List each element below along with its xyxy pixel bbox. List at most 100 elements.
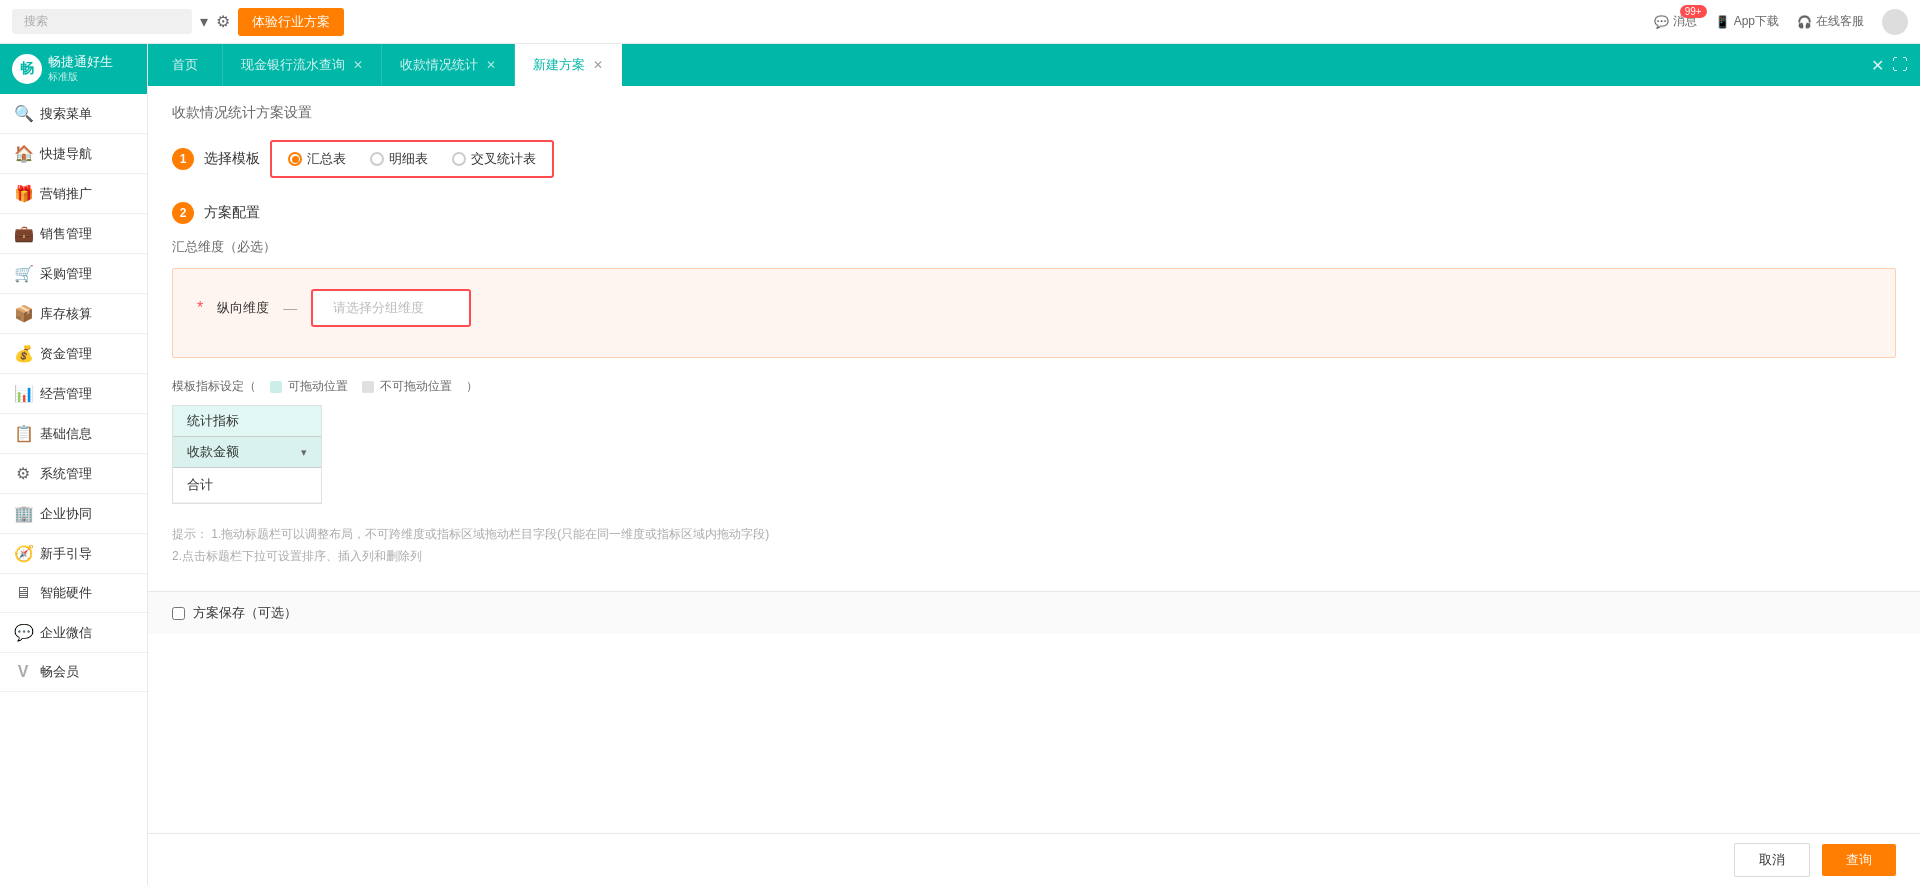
online-support-button[interactable]: 🎧 在线客服 — [1797, 13, 1864, 30]
maximize-icon[interactable]: ⛶ — [1892, 56, 1908, 74]
metrics-table: 统计指标 收款金额 ▾ 合计 — [172, 405, 322, 504]
logo-area: 畅 畅捷通好生 标准版 — [0, 44, 147, 94]
tab-receipts-stats-label: 收款情况统计 — [400, 56, 478, 74]
total-label: 合计 — [187, 477, 213, 492]
step2-label: 方案配置 — [204, 204, 260, 222]
sidebar-item-system[interactable]: ⚙ 系统管理 — [0, 454, 147, 494]
radio-detail[interactable]: 明细表 — [370, 150, 428, 168]
guide-icon: 🧭 — [14, 544, 32, 563]
hardware-icon: 🖥 — [14, 584, 32, 602]
query-button[interactable]: 查询 — [1822, 844, 1896, 876]
hint-line2: 2.点击标题栏下拉可设置排序、插入列和删除列 — [172, 546, 1896, 568]
tab-receipts-stats[interactable]: 收款情况统计 ✕ — [382, 44, 515, 86]
quick-nav-icon: 🏠 — [14, 144, 32, 163]
radio-detail-label: 明细表 — [389, 150, 428, 168]
sidebar-item-quick-nav[interactable]: 🏠 快捷导航 — [0, 134, 147, 174]
user-avatar[interactable] — [1882, 9, 1908, 35]
wechat-icon: 💬 — [14, 623, 32, 642]
step1-section: 1 选择模板 汇总表 明细表 — [172, 140, 1896, 178]
hints-section: 提示： 1.拖动标题栏可以调整布局，不可跨维度或指标区域拖动栏目字段(只能在同一… — [172, 524, 1896, 567]
main-layout: 畅 畅捷通好生 标准版 🔍 搜索菜单 🏠 快捷导航 🎁 营销推广 💼 销售管理 … — [0, 44, 1920, 885]
sidebar-item-base-info[interactable]: 📋 基础信息 — [0, 414, 147, 454]
step2-header: 2 方案配置 — [172, 202, 1896, 224]
trial-button[interactable]: 体验行业方案 — [238, 8, 344, 36]
sidebar-item-label-search-menu: 搜索菜单 — [40, 105, 92, 123]
tab-home[interactable]: 首页 — [148, 44, 223, 86]
content-area: 收款情况统计方案设置 1 选择模板 汇总表 — [148, 86, 1920, 833]
fixed-label: 不可拖动位置 — [380, 378, 452, 395]
step1-number: 1 — [172, 148, 194, 170]
management-icon: 📊 — [14, 384, 32, 403]
save-section: 方案保存（可选） — [148, 591, 1920, 634]
step1-label: 选择模板 — [204, 150, 260, 168]
company-icon: 🏢 — [14, 504, 32, 523]
metrics-row-total: 合计 — [173, 468, 321, 503]
sidebar-item-capital[interactable]: 💰 资金管理 — [0, 334, 147, 374]
sidebar-item-wechat[interactable]: 💬 企业微信 — [0, 613, 147, 653]
member-icon: V — [14, 663, 32, 681]
sidebar-item-label-wechat: 企业微信 — [40, 624, 92, 642]
inventory-icon: 📦 — [14, 304, 32, 323]
grouping-dimension-select[interactable]: 请选择分组维度 — [311, 289, 471, 327]
search-box[interactable]: 搜索 — [12, 9, 192, 34]
receipts-dropdown-icon[interactable]: ▾ — [301, 446, 307, 459]
sidebar: 畅 畅捷通好生 标准版 🔍 搜索菜单 🏠 快捷导航 🎁 营销推广 💼 销售管理 … — [0, 44, 148, 885]
app-download-button[interactable]: 📱 App下载 — [1715, 13, 1779, 30]
radio-summary-label: 汇总表 — [307, 150, 346, 168]
sidebar-item-inventory[interactable]: 📦 库存核算 — [0, 294, 147, 334]
sidebar-item-label-management: 经营管理 — [40, 385, 92, 403]
sidebar-item-search-menu[interactable]: 🔍 搜索菜单 — [0, 94, 147, 134]
sidebar-item-label-hardware: 智能硬件 — [40, 584, 92, 602]
fixed-toggle: 不可拖动位置 — [362, 378, 452, 395]
tab-bank-flow-close[interactable]: ✕ — [353, 58, 363, 72]
sidebar-item-purchase[interactable]: 🛒 采购管理 — [0, 254, 147, 294]
page-content: 收款情况统计方案设置 1 选择模板 汇总表 — [148, 86, 1920, 833]
metrics-row-receipts[interactable]: 收款金额 ▾ — [173, 437, 321, 468]
sidebar-item-company[interactable]: 🏢 企业协同 — [0, 494, 147, 534]
radio-dot-summary — [288, 152, 302, 166]
template-radio-group: 汇总表 明细表 交叉统计表 — [270, 140, 554, 178]
notification-button[interactable]: 💬 消息 99+ — [1654, 13, 1697, 30]
sidebar-item-member[interactable]: V 畅会员 — [0, 653, 147, 692]
sales-icon: 💼 — [14, 224, 32, 243]
tab-new-plan-close[interactable]: ✕ — [593, 58, 603, 72]
save-checkbox[interactable] — [172, 607, 185, 620]
cancel-button[interactable]: 取消 — [1734, 843, 1810, 877]
close-tab-icon[interactable]: ✕ — [1871, 56, 1884, 75]
tab-new-plan[interactable]: 新建方案 ✕ — [515, 44, 622, 86]
tab-bar-actions: ✕ ⛶ — [1871, 56, 1920, 75]
sidebar-item-label-capital: 资金管理 — [40, 345, 92, 363]
dropdown-arrow[interactable]: ▾ — [200, 12, 208, 31]
sidebar-item-hardware[interactable]: 🖥 智能硬件 — [0, 574, 147, 613]
logo-title: 畅捷通好生 — [48, 54, 113, 70]
tab-bank-flow[interactable]: 现金银行流水查询 ✕ — [223, 44, 382, 86]
sidebar-item-guide[interactable]: 🧭 新手引导 — [0, 534, 147, 574]
sidebar-item-label-member: 畅会员 — [40, 663, 79, 681]
gear-icon[interactable]: ⚙ — [216, 12, 230, 31]
base-info-icon: 📋 — [14, 424, 32, 443]
tab-home-label: 首页 — [172, 56, 198, 74]
sidebar-item-label-company: 企业协同 — [40, 505, 92, 523]
save-label: 方案保存（可选） — [193, 604, 297, 622]
step2-number: 2 — [172, 202, 194, 224]
radio-dot-detail — [370, 152, 384, 166]
radio-summary[interactable]: 汇总表 — [288, 150, 346, 168]
app-download-label: App下载 — [1734, 13, 1779, 30]
marketing-icon: 🎁 — [14, 184, 32, 203]
hint-line1: 提示： 1.拖动标题栏可以调整布局，不可跨维度或指标区域拖动栏目字段(只能在同一… — [172, 524, 1896, 546]
radio-cross[interactable]: 交叉统计表 — [452, 150, 536, 168]
tab-receipts-stats-close[interactable]: ✕ — [486, 58, 496, 72]
top-bar-right: 💬 消息 99+ 📱 App下载 🎧 在线客服 — [1654, 9, 1908, 35]
sidebar-item-management[interactable]: 📊 经营管理 — [0, 374, 147, 414]
vertical-dim-label: 纵向维度 — [217, 299, 269, 317]
metrics-setting-label: 模板指标设定（ — [172, 378, 256, 395]
sidebar-item-sales[interactable]: 💼 销售管理 — [0, 214, 147, 254]
radio-cross-label: 交叉统计表 — [471, 150, 536, 168]
capital-icon: 💰 — [14, 344, 32, 363]
purchase-icon: 🛒 — [14, 264, 32, 283]
metrics-section: 模板指标设定（ 可拖动位置 不可拖动位置 ） — [172, 378, 1896, 504]
sidebar-item-marketing[interactable]: 🎁 营销推广 — [0, 174, 147, 214]
tab-bar: 首页 现金银行流水查询 ✕ 收款情况统计 ✕ 新建方案 ✕ ✕ ⛶ — [148, 44, 1920, 86]
main-content: 首页 现金银行流水查询 ✕ 收款情况统计 ✕ 新建方案 ✕ ✕ ⛶ — [148, 44, 1920, 885]
logo-icon: 畅 — [12, 54, 42, 84]
